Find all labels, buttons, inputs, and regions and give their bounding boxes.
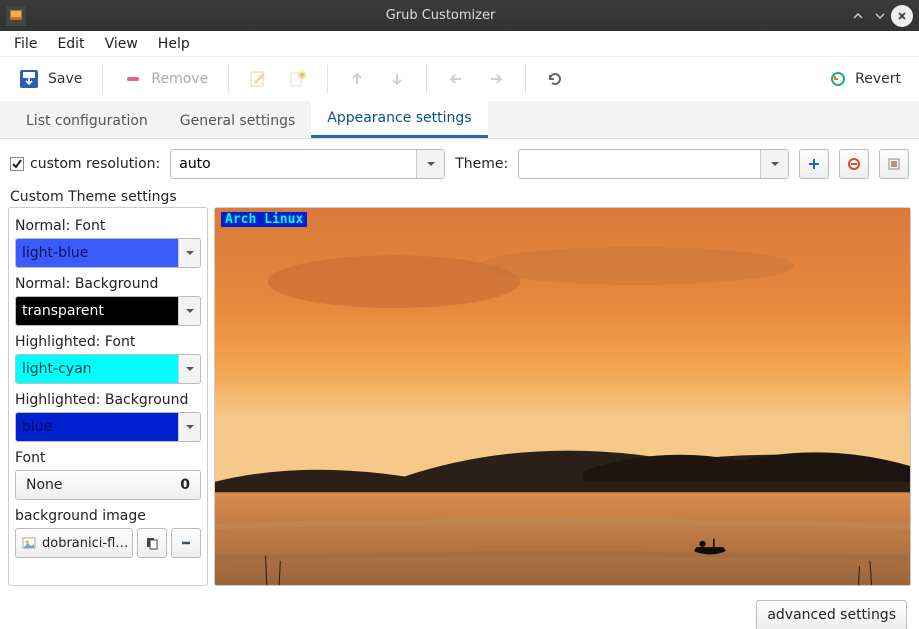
remove-icon	[123, 69, 143, 89]
background-image-label: background image	[15, 504, 201, 524]
normal-background-label: Normal: Background	[15, 272, 201, 292]
background-image-button[interactable]: dobranici-fl…	[15, 528, 133, 558]
app-icon	[6, 6, 26, 26]
menu-view[interactable]: View	[105, 36, 138, 52]
custom-resolution-label: custom resolution:	[30, 156, 160, 172]
theme-combo[interactable]	[518, 149, 789, 179]
normal-font-label: Normal: Font	[15, 214, 201, 234]
separator	[426, 65, 427, 93]
theme-remove-button[interactable]	[839, 149, 869, 179]
font-size: 0	[180, 477, 190, 493]
tab-appearance-settings[interactable]: Appearance settings	[311, 101, 487, 138]
highlighted-background-combo[interactable]: blue	[15, 412, 201, 442]
background-image-clear-button[interactable]	[171, 528, 201, 558]
theme-settings-panel: Normal: Font light-blue Normal: Backgrou…	[8, 207, 208, 586]
custom-theme-settings-label: Custom Theme settings	[0, 185, 919, 207]
move-down-button	[380, 64, 414, 94]
move-right-button	[479, 64, 513, 94]
resolution-combo[interactable]	[170, 149, 445, 179]
edit-entry-button	[241, 64, 275, 94]
image-icon	[22, 536, 36, 550]
new-entry-button	[281, 64, 315, 94]
save-button[interactable]: Save	[10, 64, 90, 94]
theme-export-button[interactable]	[879, 149, 909, 179]
highlighted-background-label: Highlighted: Background	[15, 388, 201, 408]
custom-resolution-checkbox[interactable]: custom resolution:	[10, 156, 160, 172]
window-title: Grub Customizer	[34, 8, 847, 23]
menu-file[interactable]: File	[14, 36, 37, 52]
tab-list-configuration[interactable]: List configuration	[10, 104, 164, 138]
theme-label: Theme:	[455, 156, 508, 172]
menubar: File Edit View Help	[0, 31, 919, 57]
separator	[102, 65, 103, 93]
save-icon	[18, 68, 40, 90]
background-image-copy-button[interactable]	[137, 528, 167, 558]
separator	[327, 65, 328, 93]
remove-button: Remove	[115, 65, 216, 93]
checkbox-box	[10, 157, 24, 171]
move-left-button	[439, 64, 473, 94]
resolution-input[interactable]	[171, 150, 416, 178]
tab-general-settings[interactable]: General settings	[164, 104, 311, 138]
tab-bar: List configuration General settings Appe…	[0, 101, 919, 139]
revert-button[interactable]: Revert	[821, 66, 909, 92]
preview-menu-entry: Arch Linux	[221, 212, 307, 227]
background-image-filename: dobranici-fl…	[42, 536, 128, 551]
chevron-down-icon[interactable]	[178, 413, 200, 441]
resolution-theme-row: custom resolution: Theme:	[0, 139, 919, 185]
menu-help[interactable]: Help	[158, 36, 190, 52]
menu-edit[interactable]: Edit	[57, 36, 84, 52]
font-name: None	[26, 477, 63, 493]
preview-image	[215, 208, 910, 586]
separator	[525, 65, 526, 93]
highlighted-font-label: Highlighted: Font	[15, 330, 201, 350]
separator	[228, 65, 229, 93]
normal-background-combo[interactable]: transparent	[15, 296, 201, 326]
maximize-button[interactable]	[869, 5, 891, 27]
resolution-dropdown-icon[interactable]	[416, 150, 444, 178]
revert-icon	[829, 70, 847, 88]
theme-input[interactable]	[519, 150, 760, 178]
chevron-down-icon[interactable]	[178, 297, 200, 325]
normal-font-combo[interactable]: light-blue	[15, 238, 201, 268]
font-picker-button[interactable]: None 0	[15, 470, 201, 500]
chevron-down-icon[interactable]	[178, 239, 200, 267]
preview-pane: Arch Linux	[214, 207, 911, 586]
chevron-down-icon[interactable]	[178, 355, 200, 383]
theme-dropdown-icon[interactable]	[760, 150, 788, 178]
toolbar: Save Remove Revert	[0, 57, 919, 101]
move-up-button	[340, 64, 374, 94]
minimize-button[interactable]	[847, 5, 869, 27]
reload-button[interactable]	[538, 64, 572, 94]
theme-add-button[interactable]	[799, 149, 829, 179]
font-label: Font	[15, 446, 201, 466]
highlighted-font-combo[interactable]: light-cyan	[15, 354, 201, 384]
advanced-settings-button[interactable]: advanced settings	[756, 600, 907, 629]
close-button[interactable]	[891, 5, 913, 27]
